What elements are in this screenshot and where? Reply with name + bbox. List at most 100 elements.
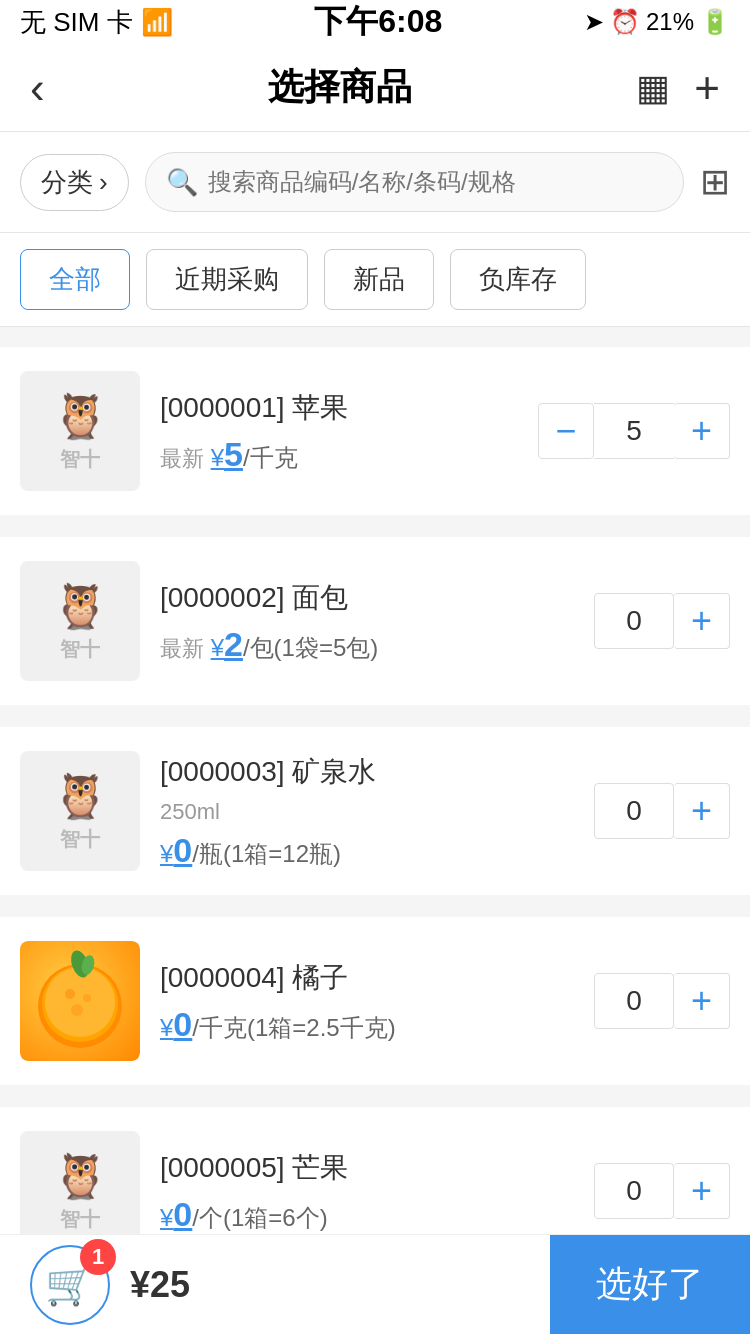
- cart-section: 🛒 1 ¥25: [0, 1245, 550, 1325]
- svg-point-3: [65, 989, 75, 999]
- tab-negative[interactable]: 负库存: [450, 249, 586, 310]
- qty-plus-button[interactable]: +: [674, 973, 730, 1029]
- qty-plus-button[interactable]: +: [674, 1163, 730, 1219]
- qty-input[interactable]: [594, 593, 674, 649]
- tab-all[interactable]: 全部: [20, 249, 130, 310]
- price-unit: /千克(1箱=2.5千克): [192, 1014, 395, 1041]
- placeholder-logo: 🦉 智十: [53, 1150, 108, 1233]
- price-value: 2: [224, 625, 243, 663]
- qty-plus-button[interactable]: +: [674, 403, 730, 459]
- quantity-control: +: [594, 973, 730, 1029]
- price-unit: /包(1袋=5包): [243, 634, 378, 661]
- cart-button[interactable]: 🛒 1: [30, 1245, 110, 1325]
- svg-point-2: [45, 967, 115, 1037]
- product-thumbnail: 🦉 智十: [20, 371, 140, 491]
- category-chevron: ›: [99, 167, 108, 198]
- divider-top: [0, 327, 750, 347]
- product-price: ¥0/个(1箱=6个): [160, 1195, 574, 1234]
- cart-badge: 1: [80, 1239, 116, 1275]
- back-button[interactable]: ‹: [30, 63, 45, 113]
- list-item: 🦉 智十 [0000001] 苹果 最新 ¥5/千克 − +: [0, 347, 750, 515]
- product-info: [0000004] 橘子 ¥0/千克(1箱=2.5千克): [160, 959, 574, 1044]
- price-value: 0: [173, 1195, 192, 1233]
- owl-icon: 🦉: [53, 390, 108, 442]
- quantity-control: − +: [538, 403, 730, 459]
- product-thumbnail: [20, 941, 140, 1061]
- product-price: 最新 ¥2/包(1袋=5包): [160, 625, 574, 664]
- price-yen: ¥: [160, 1014, 173, 1041]
- owl-text: 智十: [60, 826, 100, 853]
- status-time: 下午6:08: [314, 0, 442, 44]
- battery-text: 21%: [646, 8, 694, 36]
- divider: [0, 897, 750, 917]
- svg-point-5: [71, 1004, 83, 1016]
- qty-minus-button[interactable]: −: [538, 403, 594, 459]
- quantity-control: +: [594, 593, 730, 649]
- product-info: [0000003] 矿泉水 250ml ¥0/瓶(1箱=12瓶): [160, 753, 574, 870]
- product-price: 最新 ¥5/千克: [160, 435, 518, 474]
- divider: [0, 707, 750, 727]
- status-right: ➤ ⏰ 21% 🔋: [584, 8, 730, 36]
- placeholder-logo: 🦉 智十: [53, 390, 108, 473]
- svg-point-4: [83, 994, 91, 1002]
- price-value: 0: [173, 831, 192, 869]
- list-item: 🦉 智十 [0000002] 面包 最新 ¥2/包(1袋=5包) +: [0, 537, 750, 705]
- quantity-control: +: [594, 783, 730, 839]
- product-name: [0000002] 面包: [160, 579, 574, 617]
- list-item: 🦉 智十 [0000003] 矿泉水 250ml ¥0/瓶(1箱=12瓶) +: [0, 727, 750, 895]
- product-name: [0000001] 苹果: [160, 389, 518, 427]
- status-left: 无 SIM 卡 📶: [20, 5, 173, 40]
- tab-recent[interactable]: 近期采购: [146, 249, 308, 310]
- battery-icon: 🔋: [700, 8, 730, 36]
- owl-icon: 🦉: [53, 1150, 108, 1202]
- quantity-control: +: [594, 1163, 730, 1219]
- owl-icon: 🦉: [53, 580, 108, 632]
- search-icon: 🔍: [166, 167, 198, 198]
- price-label: 最新: [160, 636, 204, 661]
- search-input[interactable]: [208, 168, 663, 196]
- qty-input[interactable]: [594, 783, 674, 839]
- page-title: 选择商品: [268, 63, 412, 112]
- add-icon[interactable]: +: [694, 63, 720, 113]
- product-info: [0000005] 芒果 ¥0/个(1箱=6个): [160, 1149, 574, 1234]
- qty-input[interactable]: [594, 1163, 674, 1219]
- owl-text: 智十: [60, 446, 100, 473]
- price-yen: ¥: [211, 634, 224, 661]
- product-info: [0000001] 苹果 最新 ¥5/千克: [160, 389, 518, 474]
- price-value: 5: [224, 435, 243, 473]
- location-icon: ➤: [584, 8, 604, 36]
- wifi-icon: 📶: [141, 7, 173, 38]
- product-thumbnail: 🦉 智十: [20, 561, 140, 681]
- product-name: [0000003] 矿泉水: [160, 753, 574, 791]
- scan-icon[interactable]: ⊞: [700, 161, 730, 203]
- price-unit: /个(1箱=6个): [192, 1204, 327, 1231]
- placeholder-logo: 🦉 智十: [53, 770, 108, 853]
- qty-input[interactable]: [594, 403, 674, 459]
- placeholder-logo: 🦉 智十: [53, 580, 108, 663]
- price-unit: /瓶(1箱=12瓶): [192, 840, 341, 867]
- price-yen: ¥: [211, 444, 224, 471]
- divider: [0, 517, 750, 537]
- category-button[interactable]: 分类 ›: [20, 154, 129, 211]
- product-name: [0000005] 芒果: [160, 1149, 574, 1187]
- tabs-bar: 全部 近期采购 新品 负库存: [0, 233, 750, 327]
- confirm-button[interactable]: 选好了: [550, 1235, 750, 1335]
- price-yen: ¥: [160, 840, 173, 867]
- owl-text: 智十: [60, 1206, 100, 1233]
- category-label: 分类: [41, 165, 93, 200]
- cart-total: ¥25: [130, 1264, 190, 1306]
- product-name: [0000004] 橘子: [160, 959, 574, 997]
- sim-status: 无 SIM 卡: [20, 5, 133, 40]
- nav-icons: ▦ +: [636, 63, 720, 113]
- bottom-bar: 🛒 1 ¥25 选好了: [0, 1234, 750, 1334]
- list-item: [0000004] 橘子 ¥0/千克(1箱=2.5千克) +: [0, 917, 750, 1085]
- tab-new[interactable]: 新品: [324, 249, 434, 310]
- product-spec: 250ml: [160, 799, 574, 825]
- divider: [0, 1087, 750, 1107]
- filter-icon[interactable]: ▦: [636, 67, 670, 109]
- qty-input[interactable]: [594, 973, 674, 1029]
- qty-plus-button[interactable]: +: [674, 593, 730, 649]
- qty-plus-button[interactable]: +: [674, 783, 730, 839]
- owl-icon: 🦉: [53, 770, 108, 822]
- status-bar: 无 SIM 卡 📶 下午6:08 ➤ ⏰ 21% 🔋: [0, 0, 750, 44]
